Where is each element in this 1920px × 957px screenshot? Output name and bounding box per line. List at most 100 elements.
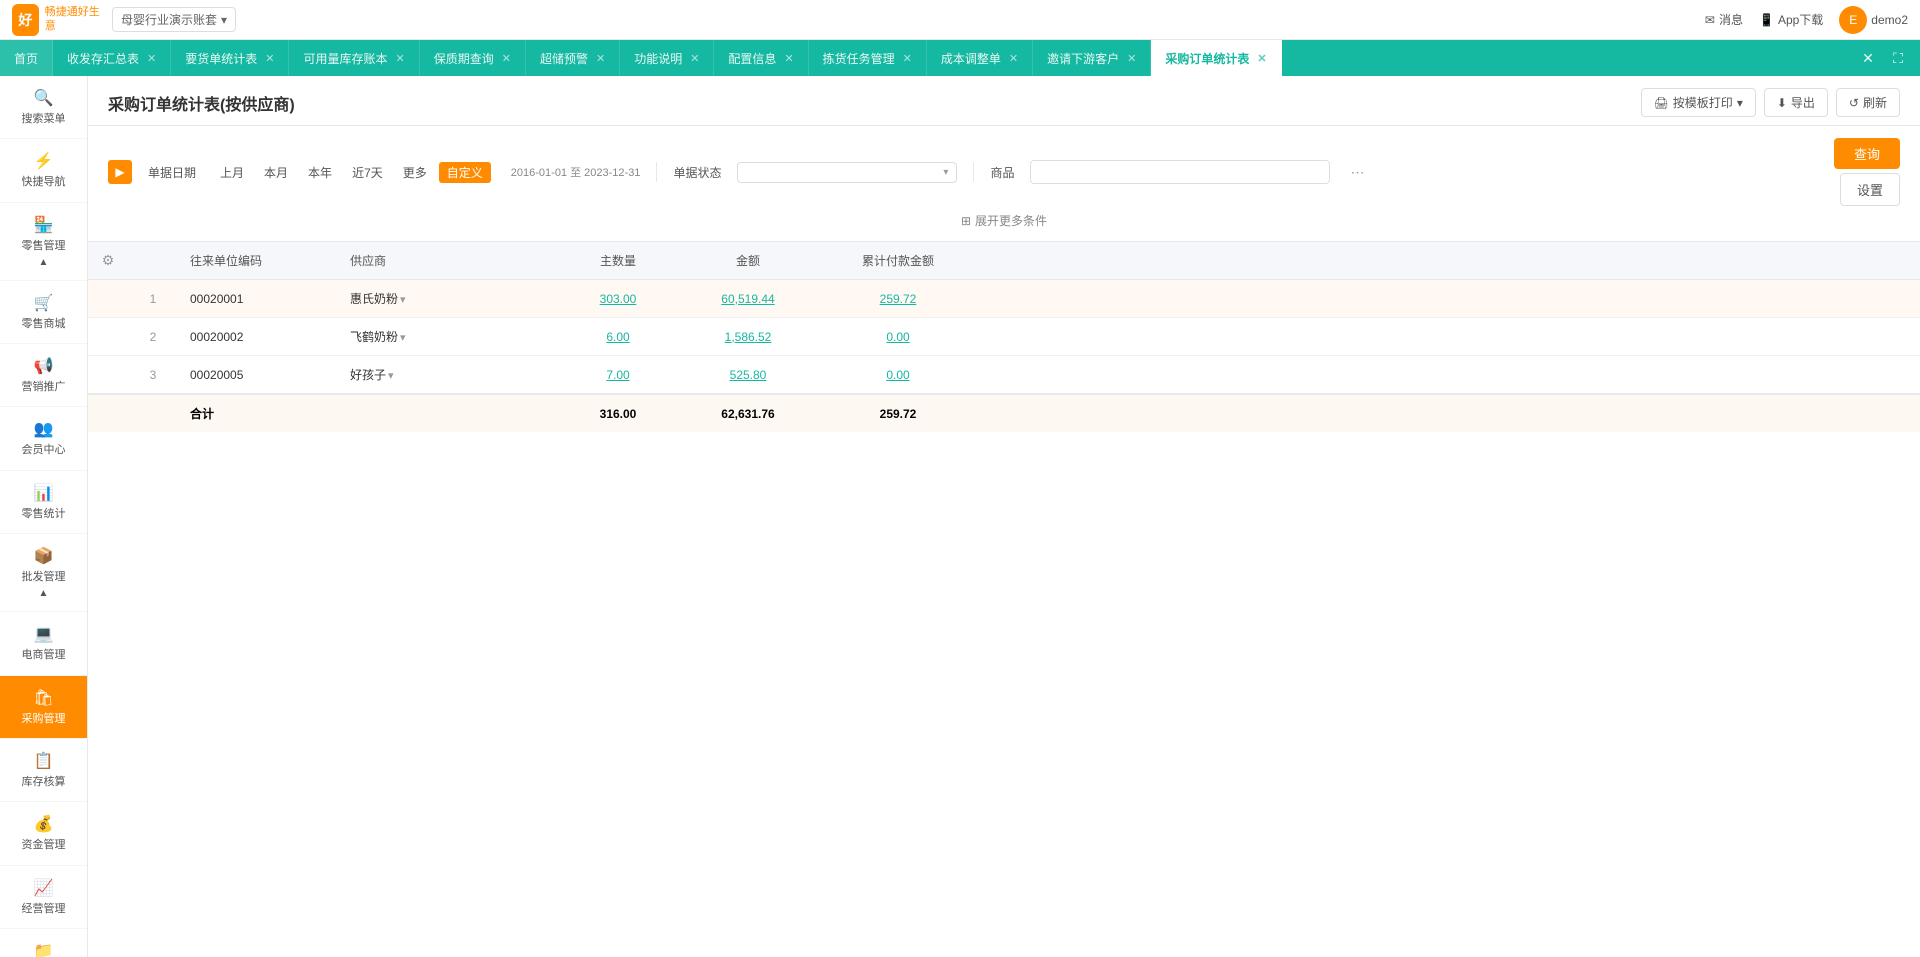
col-settings: ⚙ xyxy=(88,242,128,280)
date-btn-7days[interactable]: 近7天 xyxy=(344,162,391,183)
sidebar-item-wholesale[interactable]: 📦 批发管理 ▲ xyxy=(0,534,87,612)
sidebar-item-retail-mall[interactable]: 🛒 零售商城 xyxy=(0,281,87,344)
nav-tab-close-配置信息[interactable]: ✕ xyxy=(784,52,793,65)
footer-index xyxy=(128,394,178,432)
nav-tab-close-要货单统计表[interactable]: ✕ xyxy=(265,52,274,65)
sidebar-item-inventory[interactable]: 📋 库存核算 xyxy=(0,739,87,802)
date-btn-more[interactable]: 更多 xyxy=(395,162,435,183)
nav-tab-label-超储预警: 超储预警 xyxy=(540,50,588,67)
nav-tab-close-邀请下游客户[interactable]: ✕ xyxy=(1127,52,1136,65)
refresh-icon: ↺ xyxy=(1849,96,1859,110)
app-download-btn[interactable]: 📱 App下载 xyxy=(1759,11,1823,28)
nav-tab-采购订单统计表[interactable]: 采购订单统计表 ✕ xyxy=(1151,40,1281,76)
settings-btn[interactable]: 设置 xyxy=(1840,173,1900,206)
search-btn[interactable]: 查询 xyxy=(1834,138,1900,169)
sidebar-label-retail-mall: 零售商城 xyxy=(22,317,66,331)
user-menu-btn[interactable]: E demo2 xyxy=(1839,6,1908,34)
row-supplier-2: 好孩子▾ xyxy=(338,356,558,395)
nav-tab-label-可用量库存账本: 可用量库存账本 xyxy=(303,50,387,67)
status-select[interactable]: ▾ xyxy=(737,162,957,183)
divider-1 xyxy=(656,162,657,182)
nav-tab-保质期查询[interactable]: 保质期查询✕ xyxy=(420,40,526,76)
sidebar-item-marketing[interactable]: 📢 营销推广 xyxy=(0,344,87,407)
nav-tab-收发存汇总表[interactable]: 收发存汇总表✕ xyxy=(53,40,171,76)
nav-tab-close-拣货任务管理[interactable]: ✕ xyxy=(903,52,912,65)
footer-paid: 259.72 xyxy=(818,394,978,432)
nav-tab-成本调整单[interactable]: 成本调整单 ✕ xyxy=(927,40,1033,76)
sidebar-item-operations[interactable]: 📈 经营管理 xyxy=(0,866,87,929)
nav-tab-拣货任务管理[interactable]: 拣货任务管理✕ xyxy=(809,40,927,76)
date-filter-label: 单据日期 xyxy=(148,164,196,181)
print-btn[interactable]: 🖨 按模板打印 ▾ xyxy=(1641,88,1756,117)
row-extra-2 xyxy=(978,356,1920,395)
divider-2 xyxy=(973,162,974,182)
row-settings-1 xyxy=(88,318,128,356)
close-tab-btn[interactable]: ✕ xyxy=(1854,44,1882,72)
col-supplier: 供应商 xyxy=(338,242,558,280)
toggle-panel-btn[interactable]: ▶ xyxy=(108,160,132,184)
nav-tab-home[interactable]: 首页 xyxy=(0,40,53,76)
sidebar-icon-search: 🔍 xyxy=(34,88,54,108)
nav-tab-close-可用量库存账本[interactable]: ✕ xyxy=(396,52,405,65)
sidebar-label-retail: 零售管理 xyxy=(22,239,66,253)
filter-row-1: ▶ 单据日期 上月 本月 本年 近7天 更多 自定义 2016-01-01 至 … xyxy=(108,138,1900,206)
sidebar-item-member[interactable]: 👥 会员中心 xyxy=(0,407,87,470)
date-btn-last-month[interactable]: 上月 xyxy=(212,162,252,183)
status-select-arrow: ▾ xyxy=(943,167,948,178)
sidebar-label-search: 搜索菜单 xyxy=(22,112,66,126)
nav-tab-close-功能说明[interactable]: ✕ xyxy=(690,52,699,65)
sidebar-icon-ecommerce: 💻 xyxy=(34,624,54,644)
nav-tab-功能说明[interactable]: 功能说明✕ xyxy=(620,40,714,76)
sidebar-arrow-wholesale: ▲ xyxy=(39,588,49,599)
column-settings-icon[interactable]: ⚙ xyxy=(102,252,115,269)
expand-more-btn[interactable]: ⊞ 展开更多条件 xyxy=(961,212,1047,229)
sidebar-item-purchase[interactable]: 🛍 采购管理 xyxy=(0,676,87,739)
sidebar-item-basic[interactable]: 📁 基础信息 xyxy=(0,929,87,957)
sidebar-item-retail-stat[interactable]: 📊 零售统计 xyxy=(0,471,87,534)
row-qty-0: 303.00 xyxy=(558,280,678,318)
nav-tab-close-采购订单统计表[interactable]: ✕ xyxy=(1257,52,1266,65)
nav-tab-超储预警[interactable]: 超储预警 ✕ xyxy=(526,40,620,76)
sidebar-item-quick-nav[interactable]: ⚡ 快捷导航 xyxy=(0,139,87,202)
sidebar-item-ecommerce[interactable]: 💻 电商管理 xyxy=(0,612,87,675)
expand-row: ⊞ 展开更多条件 xyxy=(108,206,1900,229)
row-index-2: 3 xyxy=(128,356,178,395)
nav-tab-配置信息[interactable]: 配置信息✕ xyxy=(714,40,808,76)
export-btn[interactable]: ⬇ 导出 xyxy=(1764,88,1828,117)
nav-tab-close-超储预警[interactable]: ✕ xyxy=(596,52,605,65)
date-btn-this-year[interactable]: 本年 xyxy=(300,162,340,183)
nav-tab-邀请下游客户[interactable]: 邀请下游客户 ✕ xyxy=(1033,40,1151,76)
sidebar-item-retail[interactable]: 🏪 零售管理 ▲ xyxy=(0,203,87,281)
sidebar-item-finance[interactable]: 💰 资金管理 xyxy=(0,802,87,865)
nav-tab-close-收发存汇总表[interactable]: ✕ xyxy=(147,52,156,65)
nav-tab-可用量库存账本[interactable]: 可用量库存账本 ✕ xyxy=(289,40,419,76)
row-supplier-1: 飞鹤奶粉▾ xyxy=(338,318,558,356)
table-row: 3 00020005 好孩子▾ 7.00 525.80 0.00 xyxy=(88,356,1920,395)
maximize-btn[interactable]: ⛶ xyxy=(1884,44,1912,72)
goods-input[interactable] xyxy=(1030,160,1330,184)
date-btn-this-month[interactable]: 本月 xyxy=(256,162,296,183)
sidebar-label-member: 会员中心 xyxy=(22,443,66,457)
sidebar-item-search[interactable]: 🔍 搜索菜单 xyxy=(0,76,87,139)
nav-tab-label-采购订单统计表: 采购订单统计表 xyxy=(1165,50,1249,67)
nav-tab-close-保质期查询[interactable]: ✕ xyxy=(502,52,511,65)
sidebar-icon-member: 👥 xyxy=(34,419,54,439)
avatar: E xyxy=(1839,6,1867,34)
nav-tab-close-成本调整单[interactable]: ✕ xyxy=(1009,52,1018,65)
workspace-selector[interactable]: 母婴行业演示账套 ▾ xyxy=(112,7,236,32)
date-custom-badge[interactable]: 自定义 xyxy=(439,162,491,183)
row-code-0: 00020001 xyxy=(178,280,338,318)
footer-label: 合计 xyxy=(178,394,558,432)
message-btn[interactable]: ✉ 消息 xyxy=(1705,11,1743,28)
logo-area: 好 畅捷通好生意 xyxy=(12,4,100,36)
refresh-btn[interactable]: ↺ 刷新 xyxy=(1836,88,1900,117)
nav-tab-label-成本调整单: 成本调整单 xyxy=(941,50,1001,67)
table-header-row: ⚙ 往来单位编码 供应商 主数量 金额 累计付款金额 xyxy=(88,242,1920,280)
sidebar-label-quick-nav: 快捷导航 xyxy=(22,175,66,189)
app-download-label: App下载 xyxy=(1778,11,1823,28)
sidebar-icon-quick-nav: ⚡ xyxy=(34,151,54,171)
nav-tab-要货单统计表[interactable]: 要货单统计表✕ xyxy=(171,40,289,76)
nav-tab-label-邀请下游客户: 邀请下游客户 xyxy=(1047,50,1119,67)
more-options-icon[interactable]: ⋯ xyxy=(1350,164,1364,181)
sidebar-icon-inventory: 📋 xyxy=(34,751,54,771)
